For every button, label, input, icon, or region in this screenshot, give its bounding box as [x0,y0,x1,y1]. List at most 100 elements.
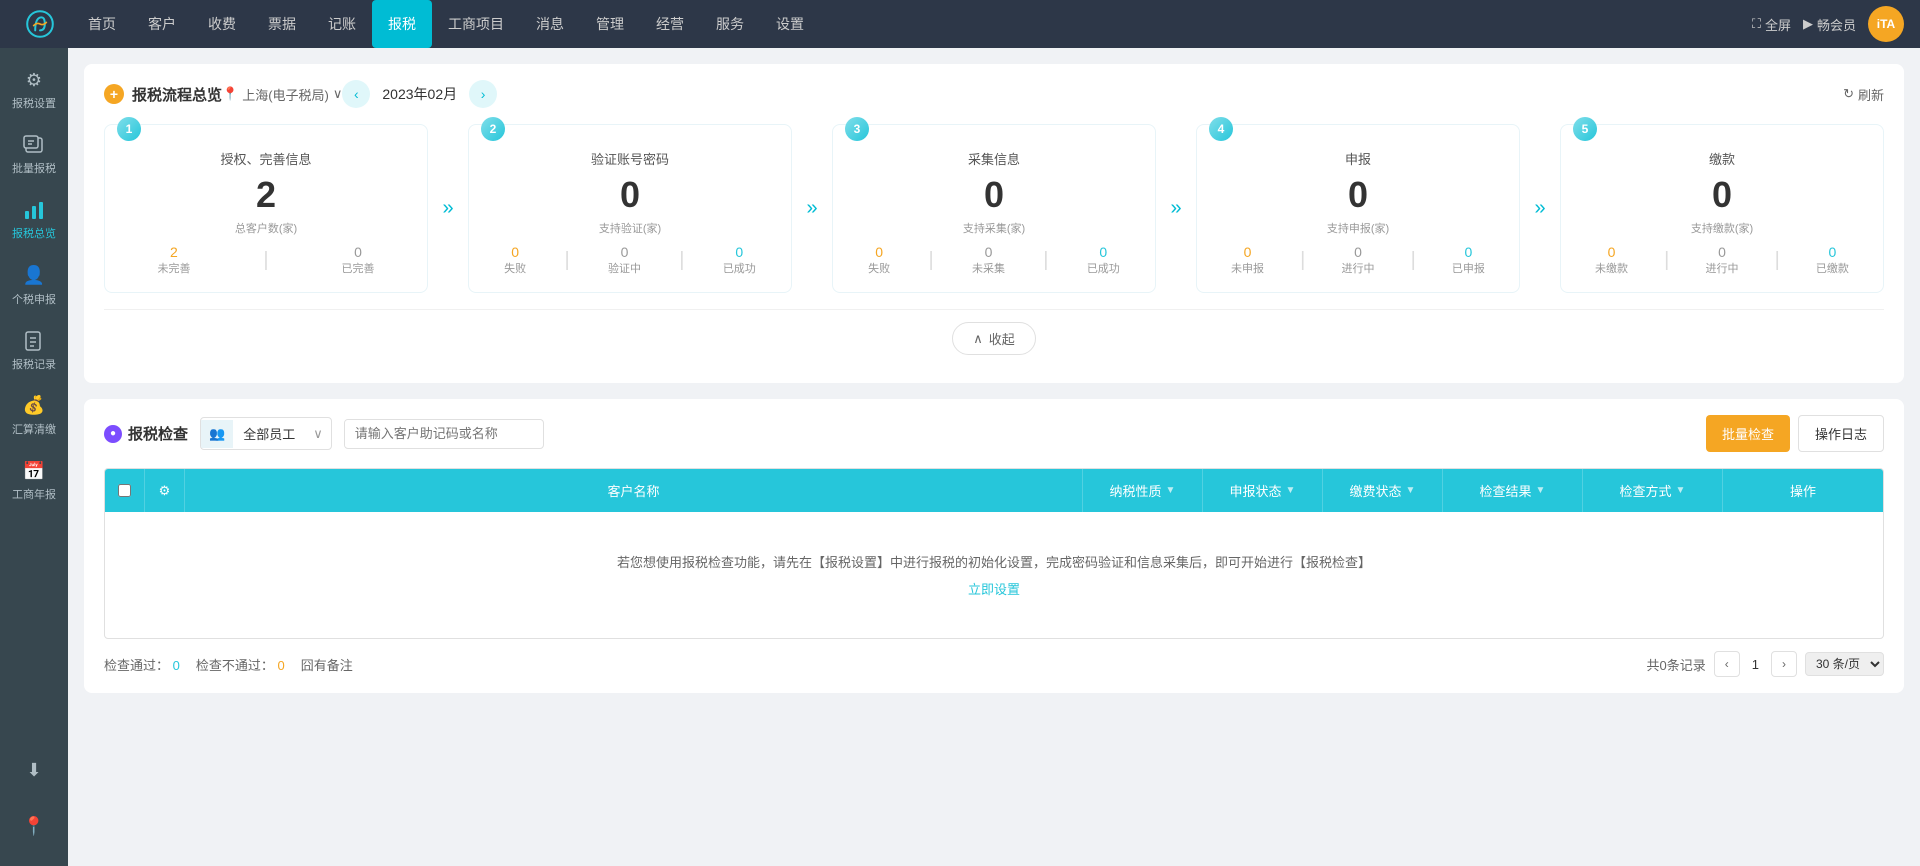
prev-month-button[interactable]: ‹ [342,80,370,108]
sidebar-item-personal-tax[interactable]: 👤 个税申报 [0,252,68,317]
refresh-label: 刷新 [1858,85,1884,104]
operation-log-button[interactable]: 操作日志 [1798,415,1884,452]
batch-check-button[interactable]: 批量检查 [1706,415,1790,452]
th-report-status[interactable]: 申报状态 ▼ [1203,469,1323,512]
step-stat-complete[interactable]: 0 已完善 [342,244,375,276]
step-stat-reported[interactable]: 0 已申报 [1452,244,1485,276]
step-stat-paying[interactable]: 0 进行中 [1705,244,1738,276]
step-count-2: 0 [485,174,775,216]
step-stat-unreported[interactable]: 0 未申报 [1231,244,1264,276]
table-empty-state: 若您想使用报税检查功能，请先在【报税设置】中进行报税的初始化设置，完成密码验证和… [105,512,1883,638]
overview-title-text: 报税流程总览 [132,84,222,105]
overview-title: + 报税流程总览 [104,84,222,105]
pass-count[interactable]: 0 [173,658,180,673]
refresh-icon: ↻ [1843,86,1854,102]
step-stat-uncollected[interactable]: 0 未采集 [972,244,1005,276]
tax-check-header: ● 报税检查 👥 全部员工 ∨ 🔍 批量检查 操作日志 [104,415,1884,452]
th-client-name-text: 客户名称 [607,481,659,500]
nav-settings[interactable]: 设置 [760,0,820,48]
nav-message[interactable]: 消息 [520,0,580,48]
stat-label-verifying: 验证中 [608,260,641,276]
month-navigator: ‹ 2023年02月 › [342,80,497,108]
th-payment-status[interactable]: 缴费状态 ▼ [1323,469,1443,512]
empty-text: 若您想使用报税检查功能，请先在【报税设置】中进行报税的初始化设置，完成密码验证和… [617,552,1371,571]
th-tax-type[interactable]: 纳税性质 ▼ [1083,469,1203,512]
total-records: 共0条记录 [1647,655,1706,674]
refresh-button[interactable]: ↻ 刷新 [1843,85,1884,104]
setting-link[interactable]: 立即设置 [968,579,1020,598]
nav-manage[interactable]: 管理 [580,0,640,48]
filter-icon-tax-type: ▼ [1166,485,1176,496]
nav-fee[interactable]: 收费 [192,0,252,48]
step-stat-reporting[interactable]: 0 进行中 [1341,244,1374,276]
step-stat-success-2[interactable]: 0 已成功 [723,244,756,276]
sidebar-item-batch-tax[interactable]: 批量报税 [0,121,68,186]
step-count-1: 2 [121,174,411,216]
step-stat-fail-2[interactable]: 0 失败 [504,244,526,276]
step-arrow-4: » [1520,124,1560,293]
fullscreen-button[interactable]: ⛶ 全屏 [1752,15,1791,34]
search-button[interactable]: 🔍 [541,420,544,448]
nav-home[interactable]: 首页 [72,0,132,48]
employee-filter[interactable]: 👥 全部员工 ∨ [200,417,332,450]
logo[interactable] [16,0,64,48]
sidebar-item-tax-overview[interactable]: 报税总览 [0,186,68,251]
next-month-button[interactable]: › [469,80,497,108]
th-operation-text: 操作 [1790,481,1816,500]
sidebar-item-location[interactable]: 📍 [0,802,68,854]
nav-client[interactable]: 客户 [132,0,192,48]
sidebar-item-tax-settings[interactable]: ⚙ 报税设置 [0,56,68,121]
th-client-name: 客户名称 [185,469,1083,512]
next-page-button[interactable]: › [1771,651,1797,677]
location-selector[interactable]: 📍 上海(电子税局) ∨ [222,85,342,104]
nav-business[interactable]: 工商项目 [432,0,520,48]
per-page-select[interactable]: 30 条/页 [1805,652,1884,676]
current-month: 2023年02月 [382,84,457,104]
step-stat-verifying[interactable]: 0 验证中 [608,244,641,276]
nav-invoice[interactable]: 票据 [252,0,312,48]
sidebar: ⚙ 报税设置 批量报税 报税总览 👤 个税申报 [0,48,68,866]
step-stat-success-3[interactable]: 0 已成功 [1087,244,1120,276]
tax-check-section: ● 报税检查 👥 全部员工 ∨ 🔍 批量检查 操作日志 [84,399,1904,693]
stat-val-success-3: 0 [1099,244,1107,260]
search-input[interactable] [345,420,541,447]
filter-icon-check-method: ▼ [1676,485,1686,496]
sidebar-item-annual-settlement[interactable]: 💰 汇算清缴 [0,382,68,447]
personal-tax-icon: 👤 [20,262,48,290]
chevron-down-icon: ∨ [333,86,343,102]
th-tax-type-text: 纳税性质 [1110,481,1162,500]
sidebar-item-annual-report[interactable]: 📅 工商年报 [0,447,68,512]
member-button[interactable]: ▶ 畅会员 [1803,15,1856,34]
nav-service[interactable]: 服务 [700,0,760,48]
sidebar-item-tax-records[interactable]: 报税记录 [0,317,68,382]
step-stat-paid[interactable]: 0 已缴款 [1816,244,1849,276]
step-subtitle-2: 支持验证(家) [485,220,775,236]
collapse-button[interactable]: ∧ 收起 [952,322,1036,355]
step-stat-unpaid[interactable]: 0 未缴款 [1595,244,1628,276]
nav-accounting[interactable]: 记账 [312,0,372,48]
th-checkbox[interactable] [105,469,145,512]
nav-tax[interactable]: 报税 [372,0,432,48]
step-count-5: 0 [1577,174,1867,216]
th-settings[interactable]: ⚙ [145,469,185,512]
user-avatar[interactable]: iTA [1868,6,1904,42]
step-arrow-3: » [1156,124,1196,293]
th-check-result[interactable]: 检查结果 ▼ [1443,469,1583,512]
step-stat-incomplete[interactable]: 2 未完善 [157,244,190,276]
overview-header: + 报税流程总览 📍 上海(电子税局) ∨ ‹ 2023年02月 › ↻ 刷新 [104,80,1884,108]
select-all-checkbox[interactable] [118,484,131,497]
nav-right-area: ⛶ 全屏 ▶ 畅会员 iTA [1752,6,1904,42]
step-count-4: 0 [1213,174,1503,216]
sidebar-item-download[interactable]: ⬇ [0,746,68,798]
location-icon: 📍 [20,812,48,840]
prev-page-button[interactable]: ‹ [1714,651,1740,677]
location-pin-icon: 📍 [222,86,238,102]
filter-icon-report-status: ▼ [1286,485,1296,496]
th-check-method[interactable]: 检查方式 ▼ [1583,469,1723,512]
step-title-5: 缴款 [1577,149,1867,168]
step-stat-fail-3[interactable]: 0 失败 [868,244,890,276]
stat-divider: | [263,249,268,272]
fail-count[interactable]: 0 [278,658,285,673]
stat-label-success-3: 已成功 [1087,260,1120,276]
nav-operation[interactable]: 经营 [640,0,700,48]
